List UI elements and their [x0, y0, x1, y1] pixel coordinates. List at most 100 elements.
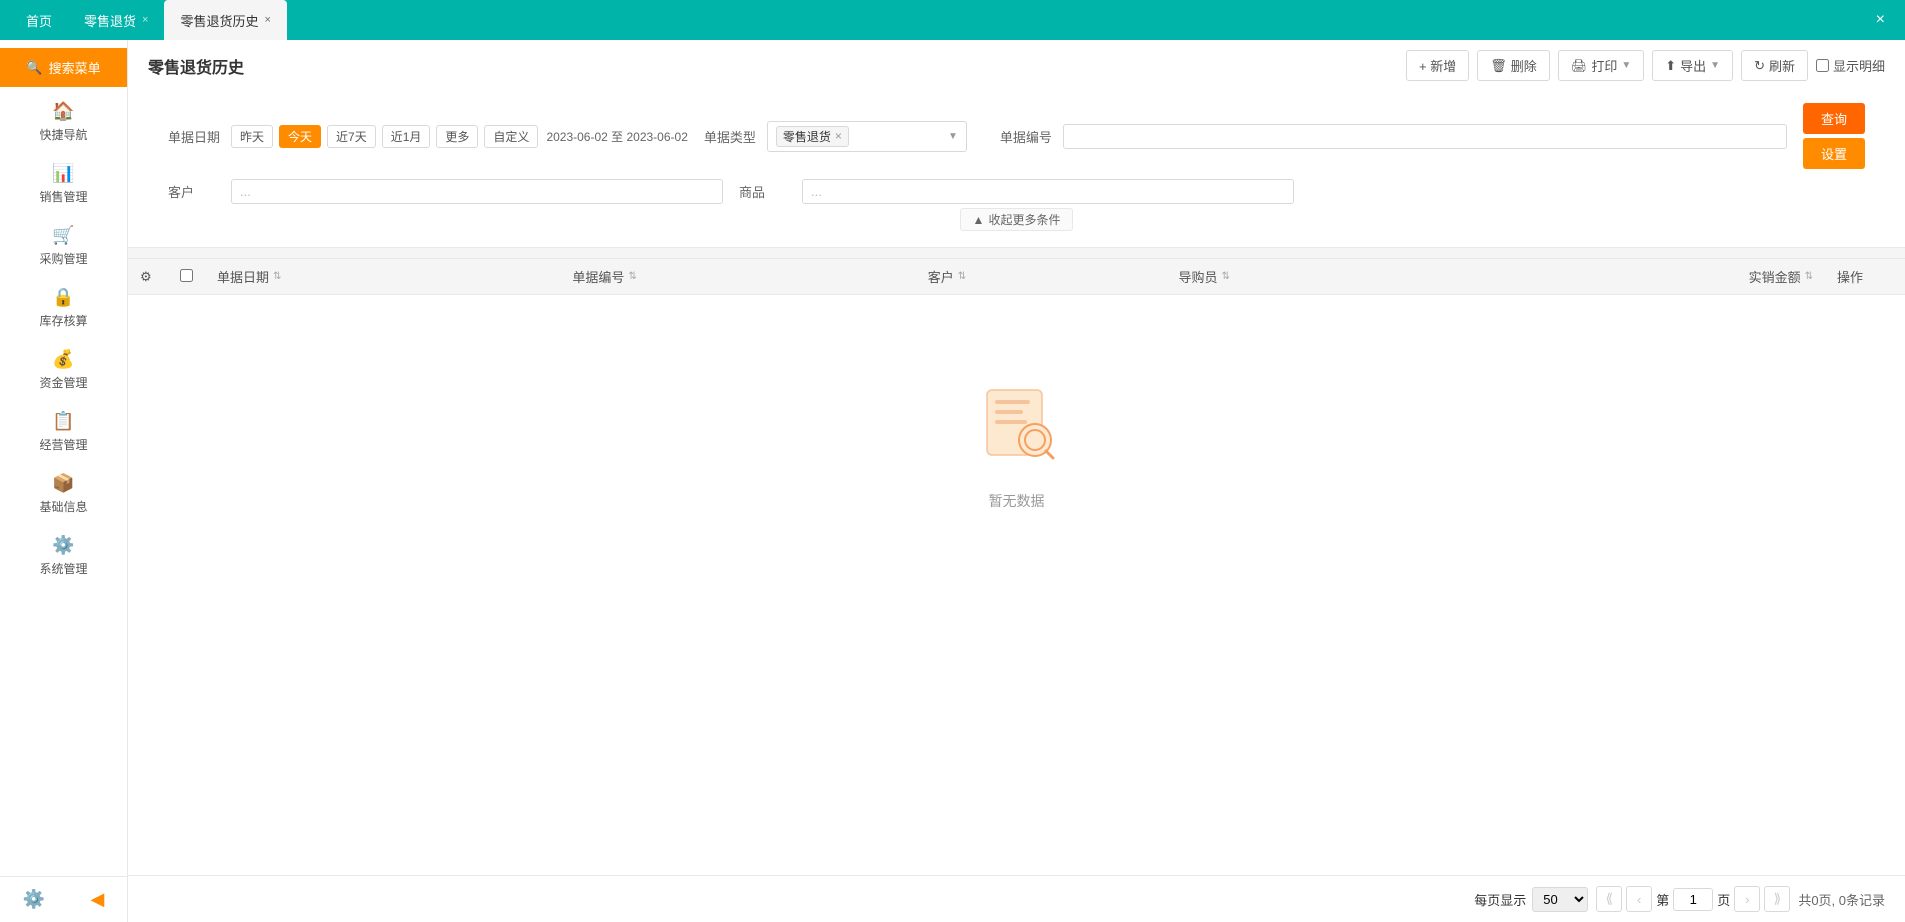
sidebar-item-label-basic-info: 基础信息	[39, 498, 87, 515]
sidebar-item-sales-mgmt[interactable]: 📊 销售管理	[0, 153, 127, 215]
select-all-checkbox[interactable]	[180, 269, 193, 282]
table-head: ⚙ 单据日期 ⇅ 单据编号	[128, 259, 1905, 295]
page-suffix: 页	[1717, 890, 1730, 909]
table-settings-icon[interactable]: ⚙	[140, 269, 152, 284]
page-label: 第	[1656, 890, 1669, 909]
finance-icon: 💰	[52, 349, 74, 370]
empty-icon	[967, 375, 1067, 475]
print-icon: 🖨	[1571, 58, 1588, 74]
tab-retail-return[interactable]: 零售退货 ×	[68, 0, 164, 40]
more-btn[interactable]: 更多	[436, 125, 478, 148]
page-input[interactable]	[1673, 888, 1713, 911]
tab-home[interactable]: 首页	[10, 0, 68, 40]
th-amount-sort-icon: ⇅	[1805, 271, 1813, 282]
th-date-sort[interactable]: 单据日期 ⇅	[217, 267, 548, 286]
sales-icon: 📊	[52, 163, 74, 184]
customer-filter: 客户 ...	[168, 179, 723, 204]
sidebar-item-operations[interactable]: 📋 经营管理	[0, 401, 127, 463]
customer-placeholder: ...	[240, 184, 251, 199]
sidebar-item-inventory[interactable]: 🔒 库存核算	[0, 277, 127, 339]
page-title: 零售退货历史	[148, 54, 244, 78]
collapse-button[interactable]: ▲ 收起更多条件	[960, 208, 1074, 231]
page-header: 零售退货历史 + 新增 🗑 删除 🖨 打印 ▼ ⬆ 导出	[128, 40, 1905, 248]
new-button[interactable]: + 新增	[1406, 50, 1469, 81]
retail-return-tab-close[interactable]: ×	[142, 14, 148, 26]
type-select-chevron: ▼	[948, 131, 958, 142]
sidebar-item-label-sys-mgmt: 系统管理	[39, 560, 87, 577]
th-date-sort-icon: ⇅	[273, 271, 281, 282]
sidebar-item-label-operations: 经营管理	[39, 436, 87, 453]
number-filter-input[interactable]	[1063, 124, 1787, 149]
last1month-btn[interactable]: 近1月	[382, 125, 431, 148]
sidebar-item-basic-info[interactable]: 📦 基础信息	[0, 463, 127, 525]
query-button[interactable]: 查询	[1803, 103, 1865, 134]
collapse-icon: ▲	[973, 213, 985, 227]
refresh-button[interactable]: ↻ 刷新	[1741, 50, 1808, 81]
th-guide: 导购员 ⇅	[1167, 259, 1470, 295]
collapse-label: 收起更多条件	[988, 211, 1060, 228]
goods-filter-input[interactable]: ...	[802, 179, 1294, 204]
th-number-label: 单据编号	[572, 267, 624, 286]
type-filter-select[interactable]: 零售退货 × ▼	[767, 121, 967, 152]
display-toggle-checkbox[interactable]	[1816, 59, 1829, 72]
th-customer-label: 客户	[928, 267, 954, 286]
pagination-bar: 每页显示 10 20 50 100 ⟪ ‹ 第 页 › ⟫ 共0页, 0条记录	[128, 875, 1905, 922]
type-tag-close[interactable]: ×	[835, 129, 842, 143]
type-filter-label: 单据类型	[704, 127, 759, 146]
next-page-btn[interactable]: ›	[1734, 886, 1760, 912]
first-page-btn[interactable]: ⟪	[1596, 886, 1622, 912]
sidebar-search[interactable]: 🔍 搜索菜单	[0, 48, 127, 87]
last7days-btn[interactable]: 近7天	[327, 125, 376, 148]
sidebar-bottom: ⚙️ ◀	[0, 876, 127, 922]
custom-btn[interactable]: 自定义	[484, 125, 538, 148]
sidebar-item-sys-mgmt[interactable]: ⚙️ 系统管理	[0, 525, 127, 587]
settings-bottom-icon[interactable]: ⚙️	[23, 889, 45, 910]
tab-bar: 首页 零售退货 × 零售退货历史 ×	[10, 0, 1866, 40]
th-number: 单据编号 ⇅	[560, 259, 915, 295]
prev-page-btn[interactable]: ‹	[1626, 886, 1652, 912]
customer-filter-label: 客户	[168, 182, 223, 201]
sidebar-item-label-quick-nav: 快捷导航	[39, 126, 87, 143]
collapse-sidebar-icon[interactable]: ◀	[90, 889, 104, 910]
th-date: 单据日期 ⇅	[205, 259, 560, 295]
type-tag-text: 零售退货	[783, 128, 831, 145]
th-guide-sort[interactable]: 导购员 ⇅	[1179, 267, 1458, 286]
per-page-select[interactable]: 10 20 50 100	[1532, 887, 1588, 912]
top-bar: 首页 零售退货 × 零售退货历史 × ×	[0, 0, 1905, 40]
table-body: 暂无数据	[128, 295, 1905, 592]
page-title-row: 零售退货历史 + 新增 🗑 删除 🖨 打印 ▼ ⬆ 导出	[148, 50, 1885, 81]
empty-state: 暂无数据	[128, 295, 1905, 591]
sidebar-item-label-sales-mgmt: 销售管理	[39, 188, 87, 205]
number-filter: 单据编号	[1000, 124, 1787, 149]
print-chevron: ▼	[1621, 60, 1631, 71]
sidebar-item-quick-nav[interactable]: 🏠 快捷导航	[0, 91, 127, 153]
th-action: 操作	[1825, 259, 1905, 295]
print-button[interactable]: 🖨 打印 ▼	[1558, 50, 1644, 81]
display-toggle: 显示明细	[1816, 56, 1885, 75]
date-filter: 单据日期 昨天 今天 近7天 近1月 更多 自定义 2023-06-02 至 2…	[168, 125, 688, 148]
last-page-btn[interactable]: ⟫	[1764, 886, 1790, 912]
page-nav: ⟪ ‹ 第 页 › ⟫	[1596, 886, 1790, 912]
retail-return-history-tab-close[interactable]: ×	[264, 14, 270, 26]
delete-button[interactable]: 🗑 删除	[1477, 50, 1550, 81]
th-number-sort[interactable]: 单据编号 ⇅	[572, 267, 903, 286]
customer-filter-input[interactable]: ...	[231, 179, 723, 204]
th-amount-sort[interactable]: 实销金额 ⇅	[1482, 267, 1813, 286]
today-btn[interactable]: 今天	[279, 125, 321, 148]
yesterday-btn[interactable]: 昨天	[231, 125, 273, 148]
th-customer-sort[interactable]: 客户 ⇅	[928, 267, 1155, 286]
number-filter-label: 单据编号	[1000, 127, 1055, 146]
export-chevron: ▼	[1710, 60, 1720, 71]
settings-button[interactable]: 设置	[1803, 138, 1865, 169]
sidebar-item-finance[interactable]: 💰 资金管理	[0, 339, 127, 401]
window-close-button[interactable]: ×	[1866, 11, 1895, 29]
collapse-row: ▲ 收起更多条件	[168, 204, 1865, 235]
tab-retail-return-history[interactable]: 零售退货历史 ×	[164, 0, 286, 40]
search-icon: 🔍	[26, 60, 42, 76]
sidebar-item-label-inventory: 库存核算	[39, 312, 87, 329]
export-button[interactable]: ⬆ 导出 ▼	[1652, 50, 1733, 81]
th-guide-sort-icon: ⇅	[1222, 271, 1230, 282]
sidebar-item-purchase-mgmt[interactable]: 🛒 采购管理	[0, 215, 127, 277]
th-amount-label: 实销金额	[1749, 267, 1801, 286]
filter-row-1: 单据日期 昨天 今天 近7天 近1月 更多 自定义 2023-06-02 至 2…	[168, 103, 1865, 169]
